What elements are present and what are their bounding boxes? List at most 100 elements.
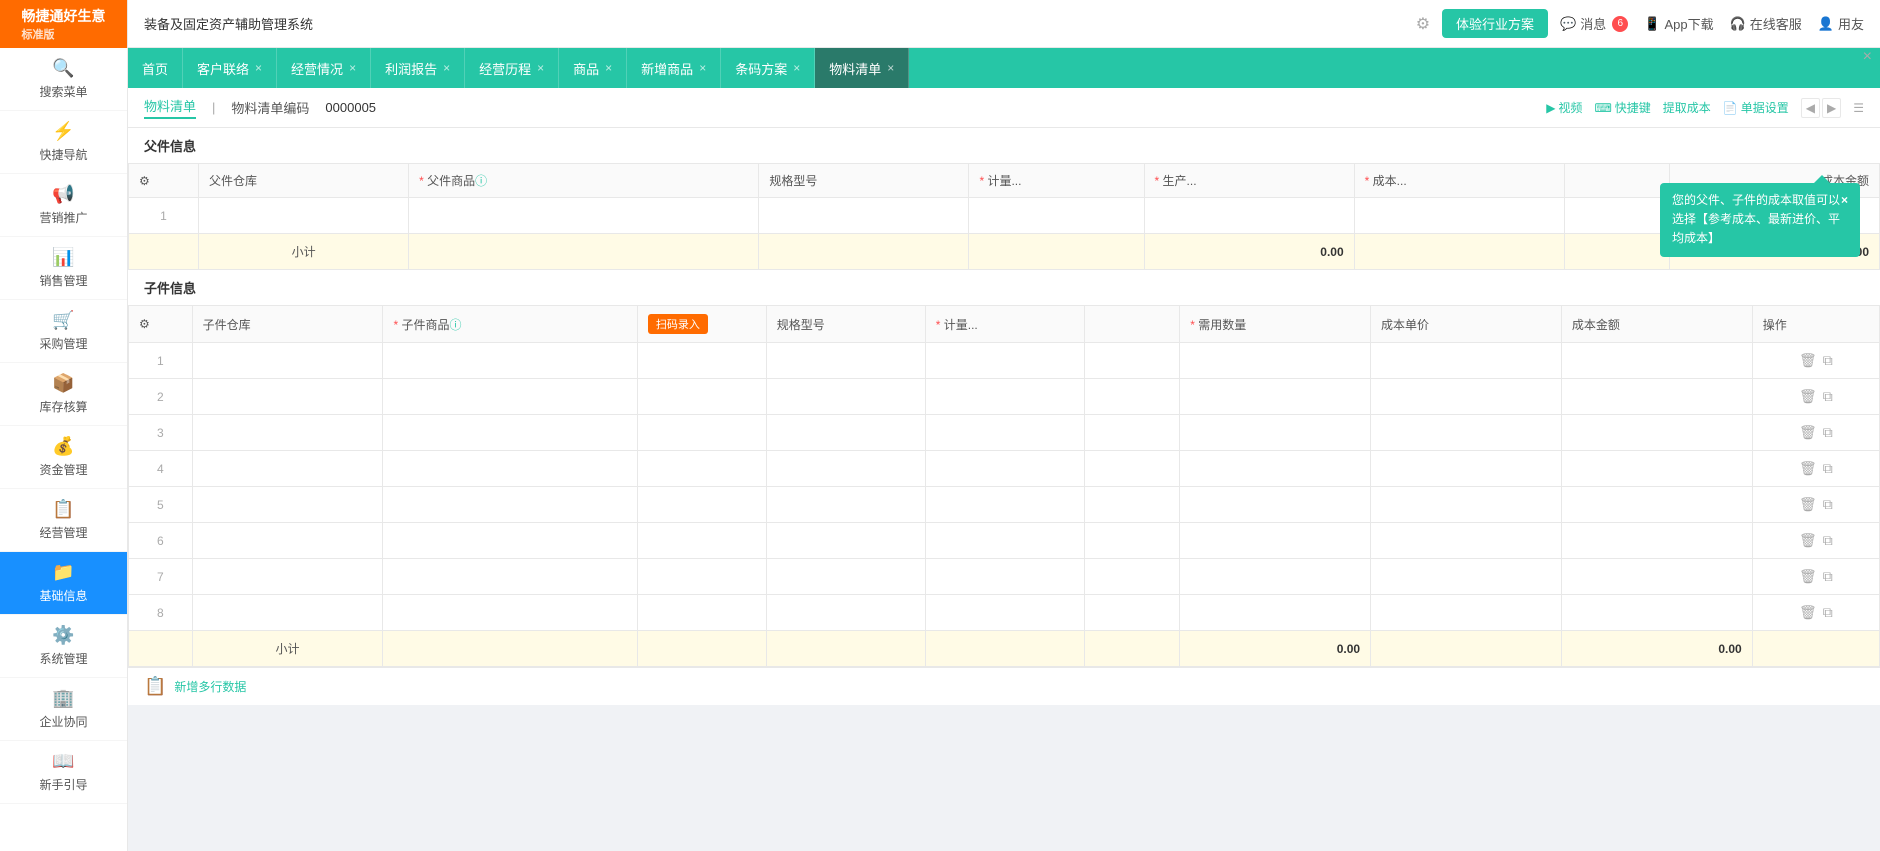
child-row-product[interactable]	[383, 559, 637, 595]
copy-icon[interactable]: ⧉	[1823, 532, 1833, 549]
trial-btn[interactable]: 体验行业方案	[1442, 9, 1548, 38]
settings-icon[interactable]: ⚙	[1416, 14, 1430, 34]
view-link[interactable]: ▶ 视频	[1546, 99, 1582, 116]
copy-icon[interactable]: ⧉	[1823, 424, 1833, 441]
tooltip-close-btn[interactable]: ×	[1841, 191, 1848, 210]
tab-products[interactable]: 商品 ×	[559, 48, 627, 88]
sidebar-item-enterprise[interactable]: 🏢 企业协同	[0, 678, 127, 741]
sidebar-item-guide[interactable]: 📖 新手引导	[0, 741, 127, 804]
child-row-warehouse[interactable]	[192, 415, 383, 451]
child-row-needed-qty[interactable]	[1180, 523, 1371, 559]
child-row-needed-qty[interactable]	[1180, 595, 1371, 631]
child-row-spec[interactable]	[766, 379, 925, 415]
delete-icon[interactable]: 🗑	[1799, 604, 1817, 621]
child-row-needed-qty[interactable]	[1180, 451, 1371, 487]
child-row-qty-unit[interactable]	[925, 343, 1084, 379]
tab-operations[interactable]: 经营情况 ×	[277, 48, 371, 88]
child-row-spec[interactable]	[766, 523, 925, 559]
child-row-needed-qty[interactable]	[1180, 379, 1371, 415]
parent-col-settings[interactable]: ⚙	[129, 164, 199, 198]
tab-profit-close[interactable]: ×	[443, 61, 450, 75]
child-row-needed-qty[interactable]	[1180, 559, 1371, 595]
delete-icon[interactable]: 🗑	[1799, 532, 1817, 549]
copy-icon[interactable]: ⧉	[1823, 460, 1833, 477]
delete-icon[interactable]: 🗑	[1799, 424, 1817, 441]
child-row-warehouse[interactable]	[192, 451, 383, 487]
tab-new-products[interactable]: 新增商品 ×	[627, 48, 721, 88]
tab-customers-close[interactable]: ×	[255, 61, 262, 75]
delete-icon[interactable]: 🗑	[1799, 388, 1817, 405]
copy-icon[interactable]: ⧉	[1823, 388, 1833, 405]
child-row-product[interactable]	[383, 487, 637, 523]
sidebar-item-basic-info[interactable]: 📁 基础信息	[0, 552, 127, 615]
child-row-warehouse[interactable]	[192, 559, 383, 595]
add-rows-label[interactable]: 新增多行数据	[174, 678, 246, 695]
child-row-needed-qty[interactable]	[1180, 415, 1371, 451]
scan-btn[interactable]: 扫码录入	[648, 314, 708, 334]
child-row-unit-cost[interactable]	[1371, 487, 1562, 523]
delete-icon[interactable]: 🗑	[1799, 568, 1817, 585]
sidebar-item-search[interactable]: 🔍 搜索菜单	[0, 48, 127, 111]
parent-row-cost[interactable]	[1354, 198, 1564, 234]
online-service-action[interactable]: 🎧 在线客服	[1730, 14, 1802, 33]
tab-history[interactable]: 经营历程 ×	[465, 48, 559, 88]
sidebar-item-finance[interactable]: 💰 资金管理	[0, 426, 127, 489]
parent-row-warehouse[interactable]	[199, 198, 409, 234]
child-row-warehouse[interactable]	[192, 595, 383, 631]
sidebar-item-sales[interactable]: 📊 销售管理	[0, 237, 127, 300]
child-row-needed-qty[interactable]	[1180, 343, 1371, 379]
child-row-unit-cost[interactable]	[1371, 595, 1562, 631]
child-row-qty-unit[interactable]	[925, 559, 1084, 595]
delete-icon[interactable]: 🗑	[1799, 460, 1817, 477]
sidebar-item-inventory[interactable]: 📦 库存核算	[0, 363, 127, 426]
child-row-spec[interactable]	[766, 451, 925, 487]
tab-profit[interactable]: 利润报告 ×	[371, 48, 465, 88]
next-arrow[interactable]: ▶	[1822, 98, 1841, 118]
close-all-tabs[interactable]: ×	[1855, 48, 1880, 88]
child-row-unit-cost[interactable]	[1371, 379, 1562, 415]
shortcut-link[interactable]: ⌨ 快捷键	[1594, 99, 1650, 116]
tab-bom-close[interactable]: ×	[887, 61, 894, 75]
child-row-qty-unit[interactable]	[925, 415, 1084, 451]
child-row-spec[interactable]	[766, 595, 925, 631]
delete-icon[interactable]: 🗑	[1799, 352, 1817, 369]
parent-row-qty[interactable]	[969, 198, 1144, 234]
tab-bom[interactable]: 物料清单 ×	[815, 48, 909, 88]
child-row-product[interactable]	[383, 523, 637, 559]
child-row-warehouse[interactable]	[192, 523, 383, 559]
copy-icon[interactable]: ⧉	[1823, 604, 1833, 621]
copy-icon[interactable]: ⧉	[1823, 352, 1833, 369]
parent-row-product[interactable]	[409, 198, 759, 234]
child-row-product[interactable]	[383, 379, 637, 415]
copy-icon[interactable]: ⧉	[1823, 496, 1833, 513]
settings-link[interactable]: 📄 单据设置	[1723, 99, 1789, 116]
child-row-warehouse[interactable]	[192, 379, 383, 415]
sidebar-item-system[interactable]: ⚙️ 系统管理	[0, 615, 127, 678]
tab-barcode[interactable]: 条码方案 ×	[721, 48, 815, 88]
child-row-unit-cost[interactable]	[1371, 451, 1562, 487]
child-row-product[interactable]	[383, 595, 637, 631]
child-col-settings[interactable]: ⚙	[129, 306, 193, 343]
menu-icon[interactable]: ☰	[1853, 101, 1864, 115]
sidebar-item-marketing[interactable]: 📢 营销推广	[0, 174, 127, 237]
delete-icon[interactable]: 🗑	[1799, 496, 1817, 513]
tab-home[interactable]: 首页	[128, 48, 183, 88]
child-row-qty-unit[interactable]	[925, 451, 1084, 487]
tab-operations-close[interactable]: ×	[349, 61, 356, 75]
child-row-spec[interactable]	[766, 343, 925, 379]
child-row-unit-cost[interactable]	[1371, 559, 1562, 595]
breadcrumb-bom-list[interactable]: 物料清单	[144, 96, 196, 119]
child-row-product[interactable]	[383, 451, 637, 487]
child-row-spec[interactable]	[766, 487, 925, 523]
copy-icon[interactable]: ⧉	[1823, 568, 1833, 585]
prev-arrow[interactable]: ◀	[1801, 98, 1820, 118]
user-action[interactable]: 👤 用友	[1818, 14, 1864, 33]
sidebar-item-quick-nav[interactable]: ⚡ 快捷导航	[0, 111, 127, 174]
cost-link[interactable]: 提取成本	[1663, 99, 1711, 116]
child-row-warehouse[interactable]	[192, 487, 383, 523]
tab-new-products-close[interactable]: ×	[699, 61, 706, 75]
child-row-qty-unit[interactable]	[925, 487, 1084, 523]
sidebar-item-purchase[interactable]: 🛒 采购管理	[0, 300, 127, 363]
tab-history-close[interactable]: ×	[537, 61, 544, 75]
app-download-action[interactable]: 📱 App下载	[1644, 14, 1713, 33]
